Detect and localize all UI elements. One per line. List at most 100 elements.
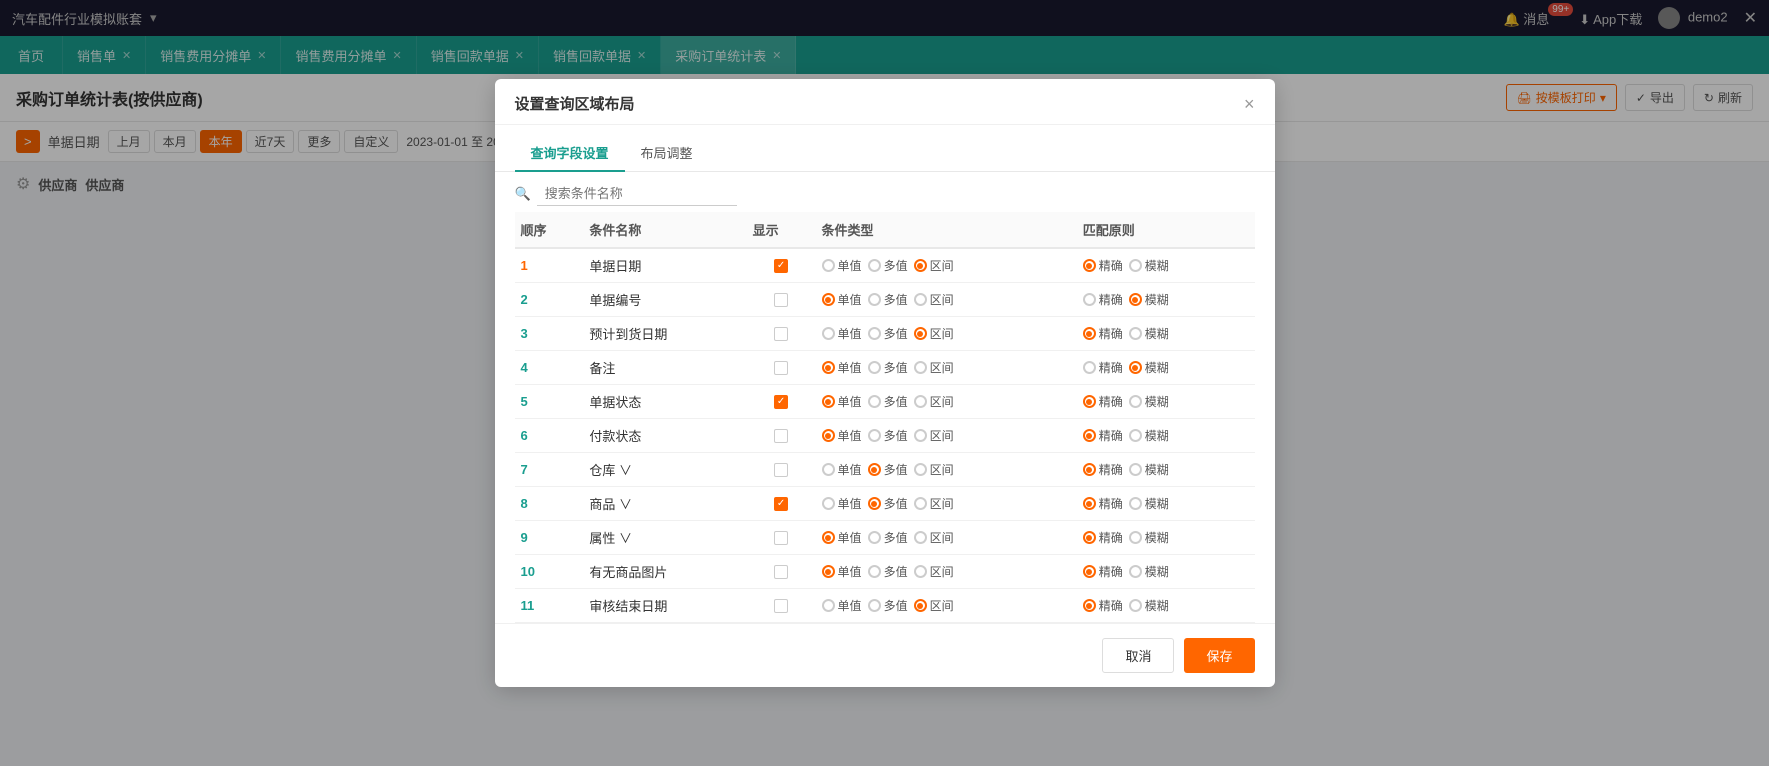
radio-match-exact[interactable]: 精确 [1083,257,1123,274]
radio-type-multi[interactable]: 多值 [868,563,908,580]
radio-type-single[interactable]: 单值 [822,427,862,444]
cell-display[interactable] [747,419,816,453]
cell-type[interactable]: 单值多值区间 [816,248,1077,283]
display-checkbox[interactable]: ✓ [774,259,788,273]
radio-type-multi[interactable]: 多值 [868,427,908,444]
radio-match-fuzzy[interactable]: 模糊 [1129,495,1169,512]
dialog-close-button[interactable]: × [1244,95,1255,113]
dialog-tab-query[interactable]: 查询字段设置 [515,135,625,172]
radio-type-range[interactable]: 区间 [914,529,954,546]
radio-match-exact[interactable]: 精确 [1083,325,1123,342]
radio-type-multi[interactable]: 多值 [868,291,908,308]
radio-type-multi[interactable]: 多值 [868,597,908,614]
cell-match[interactable]: 精确模糊 [1077,521,1255,555]
radio-type-multi[interactable]: 多值 [868,257,908,274]
cell-type[interactable]: 单值多值区间 [816,589,1077,623]
radio-type-multi[interactable]: 多值 [868,461,908,478]
display-checkbox[interactable]: ✓ [774,395,788,409]
dialog-tab-layout[interactable]: 布局调整 [625,135,709,172]
cell-match[interactable]: 精确模糊 [1077,487,1255,521]
display-checkbox[interactable] [774,429,788,443]
cell-type[interactable]: 单值多值区间 [816,283,1077,317]
radio-type-range[interactable]: 区间 [914,393,954,410]
radio-type-single[interactable]: 单值 [822,529,862,546]
cell-display[interactable]: ✓ [747,248,816,283]
cell-display[interactable] [747,351,816,385]
radio-type-range[interactable]: 区间 [914,359,954,376]
radio-type-single[interactable]: 单值 [822,597,862,614]
radio-type-multi[interactable]: 多值 [868,325,908,342]
radio-type-range[interactable]: 区间 [914,257,954,274]
radio-type-range[interactable]: 区间 [914,563,954,580]
cell-display[interactable]: ✓ [747,385,816,419]
display-checkbox[interactable] [774,463,788,477]
radio-match-fuzzy[interactable]: 模糊 [1129,291,1169,308]
radio-match-fuzzy[interactable]: 模糊 [1129,393,1169,410]
radio-match-fuzzy[interactable]: 模糊 [1129,597,1169,614]
cell-type[interactable]: 单值多值区间 [816,555,1077,589]
radio-match-fuzzy[interactable]: 模糊 [1129,461,1169,478]
radio-type-range[interactable]: 区间 [914,291,954,308]
radio-type-single[interactable]: 单值 [822,359,862,376]
display-checkbox[interactable] [774,293,788,307]
cell-display[interactable]: ✓ [747,487,816,521]
cell-match[interactable]: 精确模糊 [1077,589,1255,623]
cell-type[interactable]: 单值多值区间 [816,385,1077,419]
radio-match-exact[interactable]: 精确 [1083,359,1123,376]
radio-match-fuzzy[interactable]: 模糊 [1129,325,1169,342]
radio-type-single[interactable]: 单值 [822,325,862,342]
cell-type[interactable]: 单值多值区间 [816,521,1077,555]
radio-type-multi[interactable]: 多值 [868,495,908,512]
radio-type-range[interactable]: 区间 [914,325,954,342]
radio-type-range[interactable]: 区间 [914,427,954,444]
cell-match[interactable]: 精确模糊 [1077,385,1255,419]
display-checkbox[interactable] [774,327,788,341]
radio-type-single[interactable]: 单值 [822,393,862,410]
save-button[interactable]: 保存 [1184,638,1254,673]
radio-match-fuzzy[interactable]: 模糊 [1129,529,1169,546]
cancel-button[interactable]: 取消 [1102,638,1174,673]
cell-display[interactable] [747,521,816,555]
cell-type[interactable]: 单值多值区间 [816,487,1077,521]
radio-match-fuzzy[interactable]: 模糊 [1129,257,1169,274]
radio-match-fuzzy[interactable]: 模糊 [1129,427,1169,444]
cell-display[interactable] [747,453,816,487]
cell-type[interactable]: 单值多值区间 [816,351,1077,385]
cell-match[interactable]: 精确模糊 [1077,555,1255,589]
display-checkbox[interactable] [774,599,788,613]
radio-match-exact[interactable]: 精确 [1083,291,1123,308]
cell-display[interactable] [747,283,816,317]
radio-type-single[interactable]: 单值 [822,495,862,512]
display-checkbox[interactable] [774,531,788,545]
radio-type-single[interactable]: 单值 [822,461,862,478]
cell-display[interactable] [747,555,816,589]
radio-match-exact[interactable]: 精确 [1083,393,1123,410]
radio-type-range[interactable]: 区间 [914,461,954,478]
radio-type-range[interactable]: 区间 [914,495,954,512]
cell-type[interactable]: 单值多值区间 [816,317,1077,351]
cell-type[interactable]: 单值多值区间 [816,419,1077,453]
display-checkbox[interactable] [774,565,788,579]
display-checkbox[interactable] [774,361,788,375]
radio-match-exact[interactable]: 精确 [1083,427,1123,444]
cell-match[interactable]: 精确模糊 [1077,283,1255,317]
cell-match[interactable]: 精确模糊 [1077,248,1255,283]
radio-match-exact[interactable]: 精确 [1083,563,1123,580]
radio-type-multi[interactable]: 多值 [868,359,908,376]
cell-match[interactable]: 精确模糊 [1077,453,1255,487]
radio-match-exact[interactable]: 精确 [1083,495,1123,512]
cell-match[interactable]: 精确模糊 [1077,419,1255,453]
cell-type[interactable]: 单值多值区间 [816,453,1077,487]
cell-display[interactable] [747,317,816,351]
radio-type-range[interactable]: 区间 [914,597,954,614]
search-input[interactable] [537,182,737,206]
radio-match-exact[interactable]: 精确 [1083,461,1123,478]
display-checkbox[interactable]: ✓ [774,497,788,511]
radio-type-multi[interactable]: 多值 [868,529,908,546]
radio-type-multi[interactable]: 多值 [868,393,908,410]
radio-type-single[interactable]: 单值 [822,563,862,580]
cell-match[interactable]: 精确模糊 [1077,351,1255,385]
cell-display[interactable] [747,589,816,623]
radio-match-exact[interactable]: 精确 [1083,597,1123,614]
radio-type-single[interactable]: 单值 [822,291,862,308]
